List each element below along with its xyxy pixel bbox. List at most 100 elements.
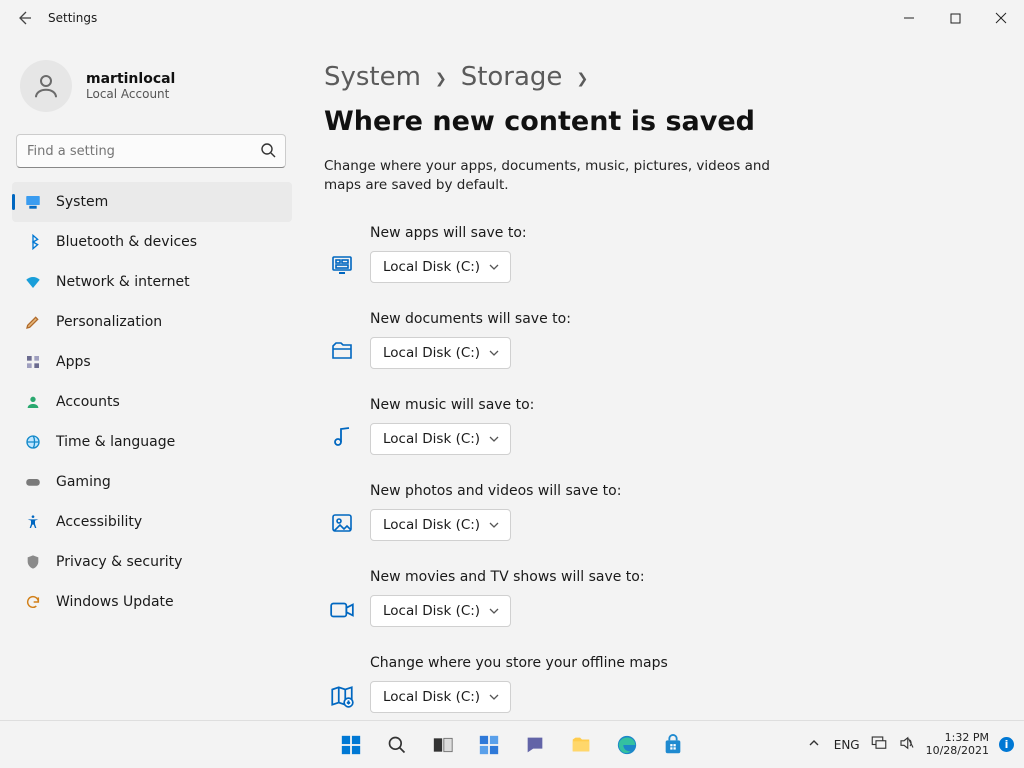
maximize-button[interactable] xyxy=(932,0,978,36)
sidebar-item-network[interactable]: Network & internet xyxy=(12,262,292,302)
sidebar-item-time[interactable]: Time & language xyxy=(12,422,292,462)
bluetooth-icon xyxy=(24,233,42,251)
widgets-icon xyxy=(478,734,500,756)
globe-clock-icon xyxy=(24,433,42,451)
file-explorer-button[interactable] xyxy=(561,725,601,765)
dropdown-value: Local Disk (C:) xyxy=(383,517,480,533)
sidebar-item-accessibility[interactable]: Accessibility xyxy=(12,502,292,542)
photos-location-dropdown[interactable]: Local Disk (C:) xyxy=(370,509,511,541)
settings-list: New apps will save to: Local Disk (C:) N… xyxy=(324,225,994,713)
tray-overflow-button[interactable] xyxy=(804,733,824,756)
page-description: Change where your apps, documents, music… xyxy=(324,157,784,195)
taskbar-search-button[interactable] xyxy=(377,725,417,765)
music-location-dropdown[interactable]: Local Disk (C:) xyxy=(370,423,511,455)
dropdown-value: Local Disk (C:) xyxy=(383,603,480,619)
window-controls xyxy=(886,0,1024,36)
sidebar-item-label: Accessibility xyxy=(56,514,142,530)
maps-save-icon xyxy=(324,681,360,709)
setting-label: New movies and TV shows will save to: xyxy=(370,569,994,585)
sidebar-item-accounts[interactable]: Accounts xyxy=(12,382,292,422)
clock-date: 10/28/2021 xyxy=(926,745,989,758)
sidebar-item-label: Bluetooth & devices xyxy=(56,234,197,250)
setting-label: New photos and videos will save to: xyxy=(370,483,994,499)
sidebar-item-bluetooth[interactable]: Bluetooth & devices xyxy=(12,222,292,262)
taskbar-clock[interactable]: 1:32 PM 10/28/2021 xyxy=(926,732,989,757)
setting-new-documents: New documents will save to: Local Disk (… xyxy=(324,311,994,369)
task-view-icon xyxy=(433,737,453,753)
close-button[interactable] xyxy=(978,0,1024,36)
sidebar-item-gaming[interactable]: Gaming xyxy=(12,462,292,502)
dropdown-value: Local Disk (C:) xyxy=(383,259,480,275)
profile-name: martinlocal xyxy=(86,71,175,87)
maps-location-dropdown[interactable]: Local Disk (C:) xyxy=(370,681,511,713)
chevron-down-icon xyxy=(488,605,500,621)
movies-location-dropdown[interactable]: Local Disk (C:) xyxy=(370,595,511,627)
edge-button[interactable] xyxy=(607,725,647,765)
search-wrapper xyxy=(16,134,286,168)
chevron-right-icon: ❯ xyxy=(435,71,447,87)
chevron-down-icon xyxy=(488,261,500,277)
paintbrush-icon xyxy=(24,313,42,331)
network-tray-icon[interactable] xyxy=(870,734,888,755)
search-icon xyxy=(387,735,407,755)
sidebar-item-label: Apps xyxy=(56,354,91,370)
sidebar-item-label: Personalization xyxy=(56,314,162,330)
sidebar-item-label: System xyxy=(56,194,108,210)
minimize-button[interactable] xyxy=(886,0,932,36)
setting-new-apps: New apps will save to: Local Disk (C:) xyxy=(324,225,994,283)
minimize-icon xyxy=(903,12,915,24)
monitor-network-icon xyxy=(870,734,888,752)
profile-block[interactable]: martinlocal Local Account xyxy=(12,46,292,130)
breadcrumb: System ❯ Storage ❯ Where new content is … xyxy=(324,62,994,137)
chevron-down-icon xyxy=(488,433,500,449)
store-icon xyxy=(662,734,684,756)
taskbar: ENG 1:32 PM 10/28/2021 i xyxy=(0,720,1024,768)
breadcrumb-system[interactable]: System xyxy=(324,62,421,92)
setting-new-movies: New movies and TV shows will save to: Lo… xyxy=(324,569,994,627)
person-icon xyxy=(31,71,61,101)
profile-subtitle: Local Account xyxy=(86,87,175,101)
page-title: Where new content is saved xyxy=(324,106,755,137)
update-icon xyxy=(24,593,42,611)
search-input[interactable] xyxy=(16,134,286,168)
chevron-up-icon xyxy=(808,737,820,749)
gamepad-icon xyxy=(24,473,42,491)
setting-label: New documents will save to: xyxy=(370,311,994,327)
search-icon xyxy=(260,142,276,162)
chevron-right-icon: ❯ xyxy=(576,71,588,87)
sidebar-item-label: Accounts xyxy=(56,394,120,410)
clock-time: 1:32 PM xyxy=(926,732,989,745)
maximize-icon xyxy=(950,13,961,24)
apps-save-icon xyxy=(324,251,360,277)
volume-tray-icon[interactable] xyxy=(898,734,916,755)
windows-logo-icon xyxy=(340,734,362,756)
sidebar-item-personalization[interactable]: Personalization xyxy=(12,302,292,342)
music-save-icon xyxy=(324,423,360,449)
sidebar-item-apps[interactable]: Apps xyxy=(12,342,292,382)
chevron-down-icon xyxy=(488,519,500,535)
notification-badge-icon[interactable]: i xyxy=(999,737,1014,752)
documents-location-dropdown[interactable]: Local Disk (C:) xyxy=(370,337,511,369)
sidebar-item-label: Time & language xyxy=(56,434,175,450)
apps-location-dropdown[interactable]: Local Disk (C:) xyxy=(370,251,511,283)
sidebar-item-label: Network & internet xyxy=(56,274,190,290)
store-button[interactable] xyxy=(653,725,693,765)
back-button[interactable] xyxy=(0,10,48,26)
chat-button[interactable] xyxy=(515,725,555,765)
folder-icon xyxy=(570,734,592,756)
sidebar-item-privacy[interactable]: Privacy & security xyxy=(12,542,292,582)
window-title: Settings xyxy=(48,11,97,25)
language-indicator[interactable]: ENG xyxy=(834,738,860,752)
setting-offline-maps: Change where you store your offline maps… xyxy=(324,655,994,713)
dropdown-value: Local Disk (C:) xyxy=(383,431,480,447)
sidebar-item-update[interactable]: Windows Update xyxy=(12,582,292,622)
wifi-icon xyxy=(24,273,42,291)
sidebar-item-system[interactable]: System xyxy=(12,182,292,222)
person-icon xyxy=(24,393,42,411)
breadcrumb-storage[interactable]: Storage xyxy=(461,62,563,92)
widgets-button[interactable] xyxy=(469,725,509,765)
edge-icon xyxy=(616,734,638,756)
task-view-button[interactable] xyxy=(423,725,463,765)
start-button[interactable] xyxy=(331,725,371,765)
accessibility-icon xyxy=(24,513,42,531)
